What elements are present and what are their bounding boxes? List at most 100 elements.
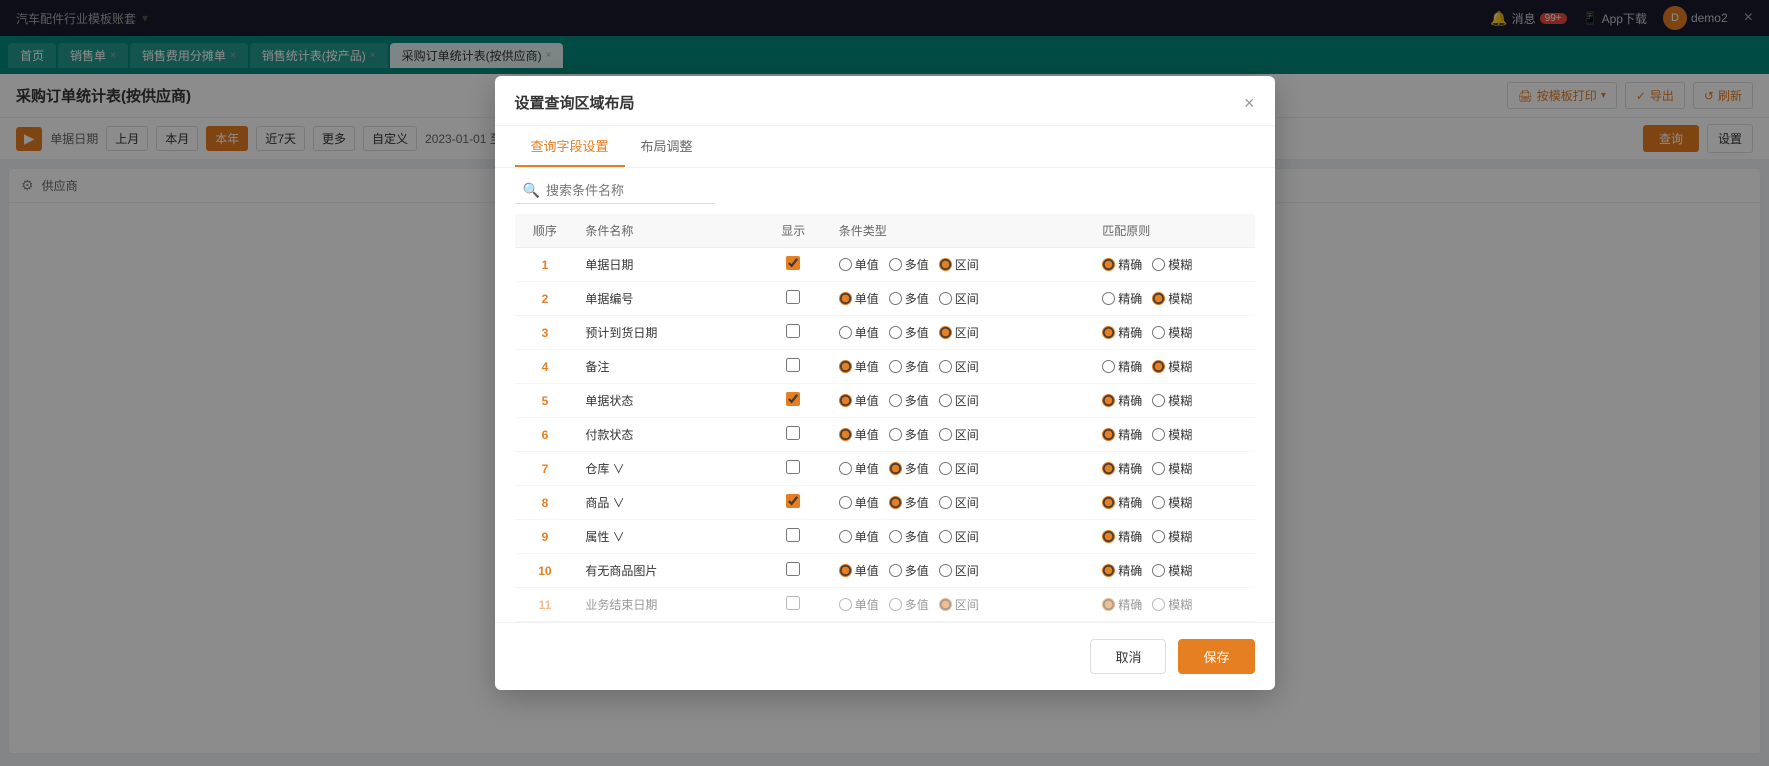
row-display[interactable] xyxy=(758,486,829,520)
row-display[interactable] xyxy=(758,248,829,282)
radio-match-exact[interactable]: 精确 xyxy=(1102,596,1142,613)
row-display[interactable] xyxy=(758,350,829,384)
radio-type-range[interactable]: 区间 xyxy=(939,324,979,341)
row-condition-type[interactable]: 单值多值区间 xyxy=(829,486,1093,520)
cancel-button[interactable]: 取消 xyxy=(1090,639,1166,674)
row-display[interactable] xyxy=(758,418,829,452)
radio-match-fuzzy[interactable]: 模糊 xyxy=(1152,256,1192,273)
radio-type-range[interactable]: 区间 xyxy=(939,426,979,443)
radio-type-single[interactable]: 单值 xyxy=(839,256,879,273)
row-condition-type[interactable]: 单值多值区间 xyxy=(829,520,1093,554)
row-match-rule[interactable]: 精确模糊 xyxy=(1092,316,1254,350)
radio-type-multi[interactable]: 多值 xyxy=(889,290,929,307)
radio-match-exact[interactable]: 精确 xyxy=(1102,392,1142,409)
radio-type-multi[interactable]: 多值 xyxy=(889,392,929,409)
radio-type-multi[interactable]: 多值 xyxy=(889,460,929,477)
radio-match-fuzzy[interactable]: 模糊 xyxy=(1152,596,1192,613)
radio-match-exact[interactable]: 精确 xyxy=(1102,358,1142,375)
radio-match-fuzzy[interactable]: 模糊 xyxy=(1152,494,1192,511)
row-condition-type[interactable]: 单值多值区间 xyxy=(829,384,1093,418)
radio-type-range[interactable]: 区间 xyxy=(939,358,979,375)
display-checkbox[interactable] xyxy=(786,426,800,440)
row-display[interactable] xyxy=(758,520,829,554)
radio-match-fuzzy[interactable]: 模糊 xyxy=(1152,528,1192,545)
row-condition-type[interactable]: 单值多值区间 xyxy=(829,418,1093,452)
radio-match-exact[interactable]: 精确 xyxy=(1102,562,1142,579)
radio-match-fuzzy[interactable]: 模糊 xyxy=(1152,562,1192,579)
radio-type-single[interactable]: 单值 xyxy=(839,426,879,443)
row-display[interactable] xyxy=(758,452,829,486)
row-condition-type[interactable]: 单值多值区间 xyxy=(829,282,1093,316)
row-match-rule[interactable]: 精确模糊 xyxy=(1092,588,1254,622)
radio-type-multi[interactable]: 多值 xyxy=(889,358,929,375)
radio-type-range[interactable]: 区间 xyxy=(939,494,979,511)
radio-match-exact[interactable]: 精确 xyxy=(1102,460,1142,477)
radio-match-exact[interactable]: 精确 xyxy=(1102,290,1142,307)
radio-type-range[interactable]: 区间 xyxy=(939,528,979,545)
row-condition-type[interactable]: 单值多值区间 xyxy=(829,452,1093,486)
radio-match-exact[interactable]: 精确 xyxy=(1102,426,1142,443)
radio-type-multi[interactable]: 多值 xyxy=(889,528,929,545)
row-display[interactable] xyxy=(758,316,829,350)
radio-type-multi[interactable]: 多值 xyxy=(889,562,929,579)
radio-match-fuzzy[interactable]: 模糊 xyxy=(1152,290,1192,307)
display-checkbox[interactable] xyxy=(786,324,800,338)
row-display[interactable] xyxy=(758,588,829,622)
radio-match-exact[interactable]: 精确 xyxy=(1102,324,1142,341)
radio-type-single[interactable]: 单值 xyxy=(839,324,879,341)
display-checkbox[interactable] xyxy=(786,392,800,406)
row-match-rule[interactable]: 精确模糊 xyxy=(1092,520,1254,554)
row-match-rule[interactable]: 精确模糊 xyxy=(1092,350,1254,384)
radio-type-multi[interactable]: 多值 xyxy=(889,426,929,443)
radio-type-range[interactable]: 区间 xyxy=(939,392,979,409)
row-display[interactable] xyxy=(758,384,829,418)
radio-type-single[interactable]: 单值 xyxy=(839,562,879,579)
radio-type-range[interactable]: 区间 xyxy=(939,596,979,613)
row-match-rule[interactable]: 精确模糊 xyxy=(1092,384,1254,418)
row-match-rule[interactable]: 精确模糊 xyxy=(1092,282,1254,316)
radio-type-single[interactable]: 单值 xyxy=(839,460,879,477)
row-match-rule[interactable]: 精确模糊 xyxy=(1092,418,1254,452)
row-match-rule[interactable]: 精确模糊 xyxy=(1092,452,1254,486)
radio-type-multi[interactable]: 多值 xyxy=(889,596,929,613)
row-condition-type[interactable]: 单值多值区间 xyxy=(829,248,1093,282)
dialog-tab-query-fields[interactable]: 查询字段设置 xyxy=(515,126,625,167)
radio-match-exact[interactable]: 精确 xyxy=(1102,528,1142,545)
radio-type-multi[interactable]: 多值 xyxy=(889,494,929,511)
radio-match-fuzzy[interactable]: 模糊 xyxy=(1152,460,1192,477)
radio-type-range[interactable]: 区间 xyxy=(939,562,979,579)
dialog-close-button[interactable]: × xyxy=(1244,94,1255,112)
radio-type-multi[interactable]: 多值 xyxy=(889,256,929,273)
display-checkbox[interactable] xyxy=(786,528,800,542)
row-condition-type[interactable]: 单值多值区间 xyxy=(829,554,1093,588)
row-condition-type[interactable]: 单值多值区间 xyxy=(829,316,1093,350)
row-display[interactable] xyxy=(758,282,829,316)
row-display[interactable] xyxy=(758,554,829,588)
radio-match-fuzzy[interactable]: 模糊 xyxy=(1152,324,1192,341)
radio-match-exact[interactable]: 精确 xyxy=(1102,494,1142,511)
row-condition-type[interactable]: 单值多值区间 xyxy=(829,588,1093,622)
display-checkbox[interactable] xyxy=(786,596,800,610)
radio-match-fuzzy[interactable]: 模糊 xyxy=(1152,426,1192,443)
radio-type-single[interactable]: 单值 xyxy=(839,596,879,613)
row-match-rule[interactable]: 精确模糊 xyxy=(1092,248,1254,282)
radio-type-range[interactable]: 区间 xyxy=(939,256,979,273)
radio-type-range[interactable]: 区间 xyxy=(939,290,979,307)
row-condition-type[interactable]: 单值多值区间 xyxy=(829,350,1093,384)
save-button[interactable]: 保存 xyxy=(1178,639,1254,674)
radio-match-fuzzy[interactable]: 模糊 xyxy=(1152,392,1192,409)
radio-type-range[interactable]: 区间 xyxy=(939,460,979,477)
row-match-rule[interactable]: 精确模糊 xyxy=(1092,486,1254,520)
radio-match-fuzzy[interactable]: 模糊 xyxy=(1152,358,1192,375)
radio-type-single[interactable]: 单值 xyxy=(839,358,879,375)
dialog-tab-layout[interactable]: 布局调整 xyxy=(625,126,709,167)
radio-type-multi[interactable]: 多值 xyxy=(889,324,929,341)
search-input[interactable] xyxy=(546,183,696,198)
display-checkbox[interactable] xyxy=(786,256,800,270)
display-checkbox[interactable] xyxy=(786,562,800,576)
display-checkbox[interactable] xyxy=(786,460,800,474)
display-checkbox[interactable] xyxy=(786,290,800,304)
radio-type-single[interactable]: 单值 xyxy=(839,494,879,511)
radio-type-single[interactable]: 单值 xyxy=(839,290,879,307)
row-match-rule[interactable]: 精确模糊 xyxy=(1092,554,1254,588)
